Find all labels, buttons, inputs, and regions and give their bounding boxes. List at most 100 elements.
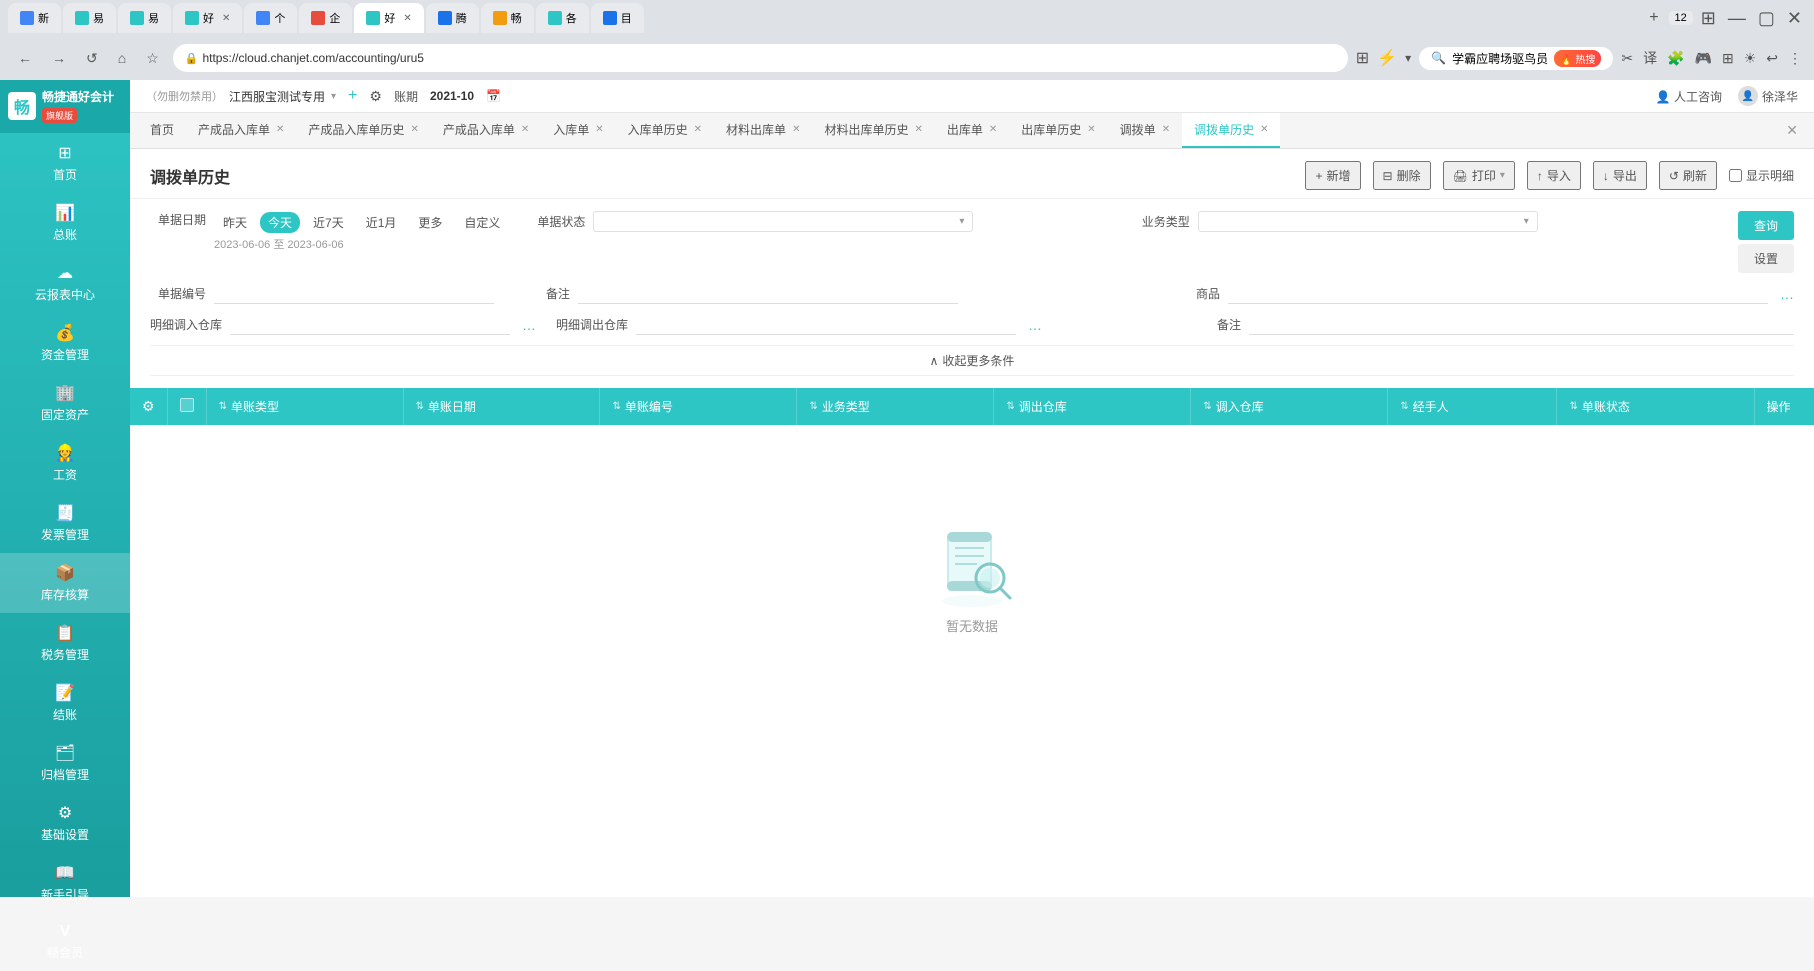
refresh-button[interactable]: ↺ 刷新 xyxy=(1659,161,1717,190)
extensions-icon[interactable]: ⊞ xyxy=(1356,48,1369,68)
forward-button[interactable]: → xyxy=(46,46,72,70)
dropdown-icon[interactable]: ▾ xyxy=(1405,51,1411,65)
tab-outbound-history[interactable]: 出库单历史 ✕ xyxy=(1009,113,1107,148)
print-button[interactable]: 🖨 打印 ▾ xyxy=(1443,161,1515,190)
brightness-icon[interactable]: ☀ xyxy=(1744,50,1757,67)
sidebar-item-guide[interactable]: 📖 新手引导 xyxy=(0,853,130,913)
sidebar-item-member[interactable]: V 畅会员 xyxy=(0,913,130,971)
tab-inbound[interactable]: 入库单 ✕ xyxy=(541,113,615,148)
tab-outbound[interactable]: 出库单 ✕ xyxy=(935,113,1009,148)
date-btn-more[interactable]: 更多 xyxy=(409,211,451,234)
import-button[interactable]: ↑ 导入 xyxy=(1527,161,1581,190)
sidebar-item-salary[interactable]: 👷 工资 xyxy=(0,433,130,493)
close-all-tabs-btn[interactable]: ✕ xyxy=(1778,118,1806,143)
browser-tab-6[interactable]: 企 xyxy=(299,3,352,33)
tab-material-outbound[interactable]: 材料出库单 ✕ xyxy=(714,113,812,148)
browser-tab-3[interactable]: 易 xyxy=(118,3,171,33)
tab-material-outbound-history[interactable]: 材料出库单历史 ✕ xyxy=(812,113,934,148)
tab-close-icon[interactable]: ✕ xyxy=(792,124,800,135)
browser-tab-5[interactable]: 个 xyxy=(244,3,297,33)
refresh-button[interactable]: ↺ xyxy=(80,46,104,71)
browser-tab-1[interactable]: 新 xyxy=(8,3,61,33)
sidebar-item-ledger[interactable]: 📊 总账 xyxy=(0,193,130,253)
goods-more-btn[interactable]: … xyxy=(1780,286,1794,302)
tab-inbound-history[interactable]: 入库单历史 ✕ xyxy=(616,113,714,148)
browser-tab-8[interactable]: 腾 xyxy=(426,3,479,33)
extension-icon[interactable]: 🧩 xyxy=(1667,50,1684,67)
tab-transfer-history[interactable]: 调拨单历史 ✕ xyxy=(1182,113,1280,148)
company-selector[interactable]: （勿删勿禁用） 江西服宝测试专用 ▾ xyxy=(146,88,336,105)
tab-close-icon[interactable]: ✕ xyxy=(1260,124,1268,135)
lightning-icon[interactable]: ⚡ xyxy=(1377,48,1397,68)
grid-icon[interactable]: ⊞ xyxy=(1722,50,1734,67)
detail-in-more-btn[interactable]: … xyxy=(522,317,536,333)
sidebar-item-archive[interactable]: 🗂 归档管理 xyxy=(0,733,130,793)
minimize-btn[interactable]: — xyxy=(1728,8,1746,29)
display-toggle[interactable]: 显示明细 xyxy=(1729,167,1794,184)
tab-close-icon[interactable]: ✕ xyxy=(276,124,284,135)
date-btn-1month[interactable]: 近1月 xyxy=(357,211,406,234)
calendar-icon[interactable]: 📅 xyxy=(486,89,501,103)
browser-tab-11[interactable]: 目 xyxy=(591,3,644,33)
date-btn-custom[interactable]: 自定义 xyxy=(455,211,509,234)
business-type-dropdown[interactable]: ▾ xyxy=(1198,211,1538,232)
tab-product-inbound[interactable]: 产成品入库单 ✕ xyxy=(186,113,296,148)
tab-close-btn[interactable]: ✕ xyxy=(403,13,411,24)
tab-close-icon[interactable]: ✕ xyxy=(989,124,997,135)
browser-tab-7[interactable]: 好 ✕ xyxy=(354,3,423,33)
detail-out-input[interactable] xyxy=(636,314,1016,335)
new-tab-button[interactable]: + xyxy=(1643,9,1664,27)
date-btn-today[interactable]: 今天 xyxy=(260,212,300,233)
detail-in-input[interactable] xyxy=(230,314,510,335)
detail-out-more-btn[interactable]: … xyxy=(1028,317,1042,333)
search-box[interactable]: 🔍 学霸应聘场驱鸟员 🔥 热搜 xyxy=(1419,47,1613,70)
bookmark-button[interactable]: ☆ xyxy=(140,46,165,71)
select-all-checkbox[interactable] xyxy=(180,398,194,412)
address-input[interactable]: 🔒 https://cloud.chanjet.com/accounting/u… xyxy=(173,44,1348,72)
close-btn[interactable]: ✕ xyxy=(1787,8,1802,29)
game-icon[interactable]: 🎮 xyxy=(1695,50,1712,67)
settings-button[interactable]: 设置 xyxy=(1738,244,1794,273)
browser-tab-9[interactable]: 畅 xyxy=(481,3,534,33)
tab-close-icon[interactable]: ✕ xyxy=(521,124,529,135)
sidebar-item-inventory[interactable]: 📦 库存核算 xyxy=(0,553,130,613)
remark-input[interactable] xyxy=(578,283,958,304)
sidebar-item-tax[interactable]: 📋 税务管理 xyxy=(0,613,130,673)
display-checkbox[interactable] xyxy=(1729,169,1742,182)
tab-close-icon[interactable]: ✕ xyxy=(410,124,418,135)
goods-input[interactable] xyxy=(1228,283,1768,304)
export-button[interactable]: ↓ 导出 xyxy=(1593,161,1647,190)
tab-home[interactable]: 首页 xyxy=(138,113,186,148)
status-dropdown[interactable]: ▾ xyxy=(593,211,973,232)
tab-close-icon[interactable]: ✕ xyxy=(1162,124,1170,135)
company-settings-btn[interactable]: ⚙ xyxy=(369,88,382,105)
sidebar-item-assets[interactable]: 🏢 固定资产 xyxy=(0,373,130,433)
sidebar-item-close[interactable]: 📝 结账 xyxy=(0,673,130,733)
tab-close-icon[interactable]: ✕ xyxy=(914,124,922,135)
browser-tab-2[interactable]: 易 xyxy=(63,3,116,33)
tab-close-icon[interactable]: ✕ xyxy=(595,124,603,135)
tab-product-inbound2[interactable]: 产成品入库单 ✕ xyxy=(431,113,541,148)
date-btn-7days[interactable]: 近7天 xyxy=(304,211,353,234)
maximize-btn[interactable]: ▢ xyxy=(1758,8,1775,29)
sidebar-item-reports[interactable]: ☁ 云报表中心 xyxy=(0,253,130,313)
browser-tab-4[interactable]: 好 ✕ xyxy=(173,3,242,33)
window-tabs-icon[interactable]: ⊞ xyxy=(1701,8,1716,29)
sidebar-item-home[interactable]: ⊞ 首页 xyxy=(0,133,130,193)
date-btn-yesterday[interactable]: 昨天 xyxy=(214,211,256,234)
add-company-btn[interactable]: + xyxy=(348,87,357,105)
detail-remark-input[interactable] xyxy=(1249,314,1794,335)
translate-icon[interactable]: 译 xyxy=(1643,48,1657,68)
tab-product-inbound-history[interactable]: 产成品入库单历史 ✕ xyxy=(296,113,430,148)
sidebar-item-settings[interactable]: ⚙ 基础设置 xyxy=(0,793,130,853)
menu-icon[interactable]: ⋮ xyxy=(1788,50,1802,67)
scissors-icon[interactable]: ✂ xyxy=(1621,50,1633,67)
collapse-button[interactable]: ∧ 收起更多条件 xyxy=(930,352,1015,369)
user-area[interactable]: 👤 徐泽华 xyxy=(1738,86,1798,106)
tab-transfer[interactable]: 调拨单 ✕ xyxy=(1108,113,1182,148)
home-button[interactable]: ⌂ xyxy=(112,46,132,70)
service-label[interactable]: 👤 人工咨询 xyxy=(1656,88,1722,105)
tab-close-icon[interactable]: ✕ xyxy=(1087,124,1095,135)
query-button[interactable]: 查询 xyxy=(1738,211,1794,240)
table-settings-btn[interactable]: ⚙ xyxy=(142,398,155,415)
